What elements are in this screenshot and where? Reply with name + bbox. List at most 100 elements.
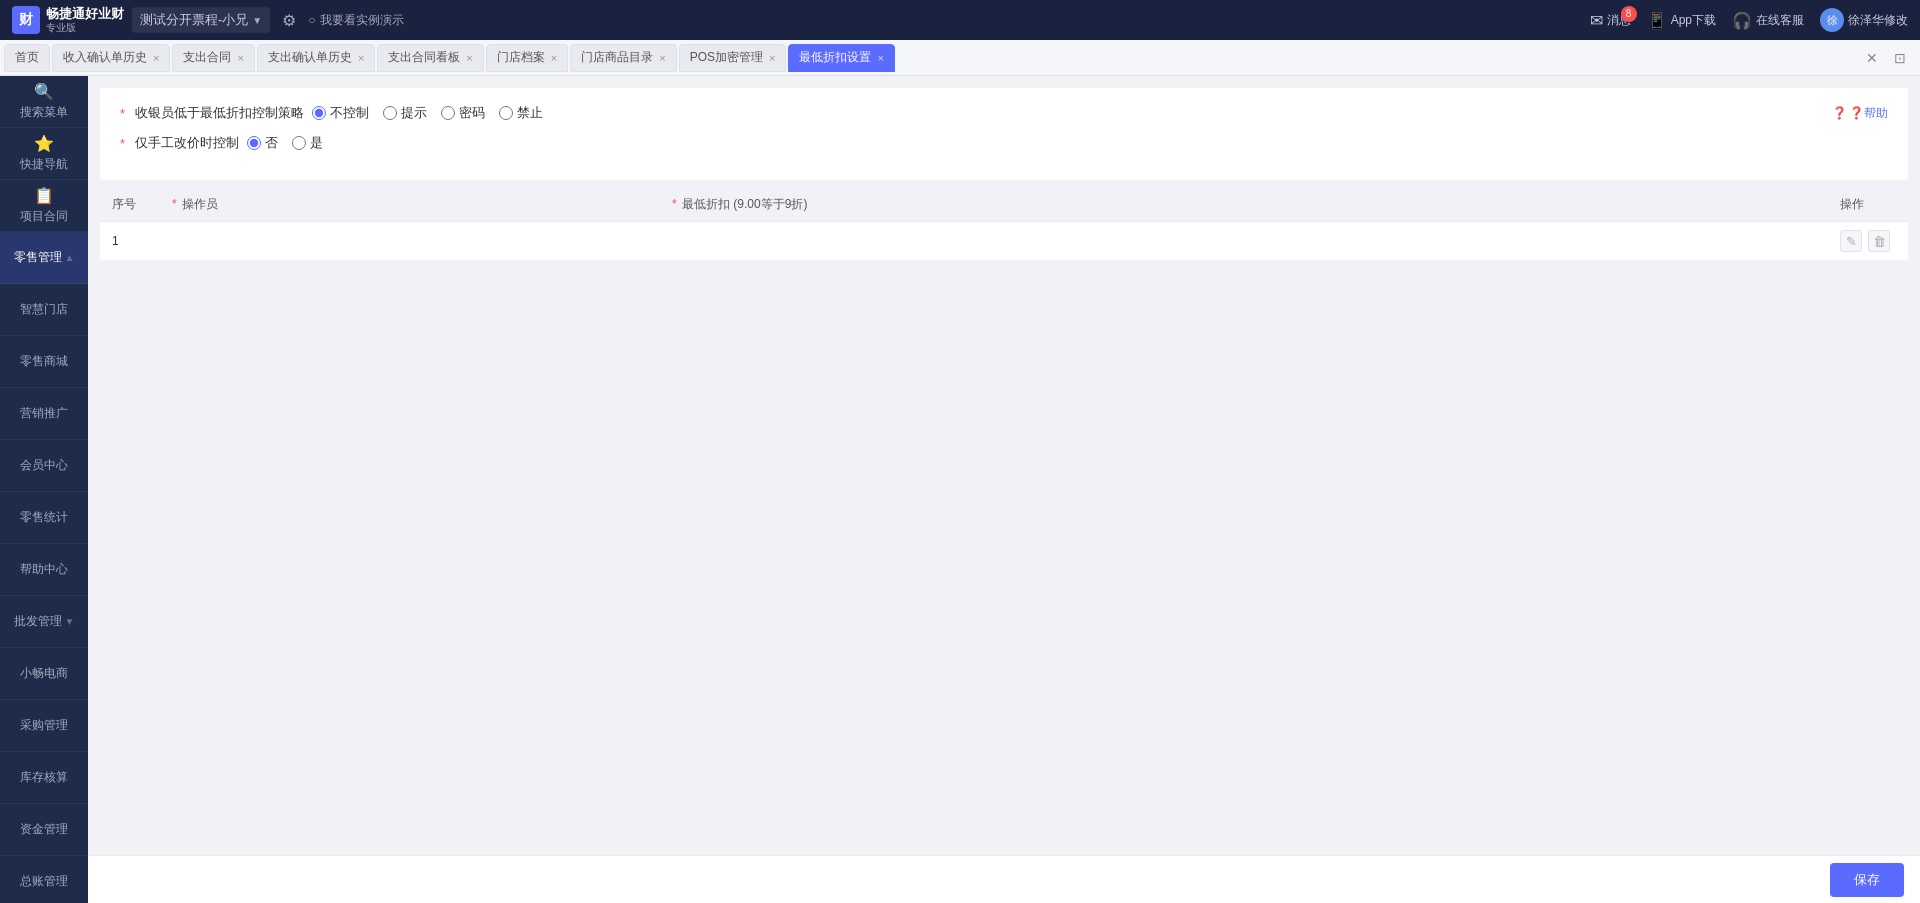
radio-prompt[interactable]: 提示 xyxy=(383,104,427,122)
tab-payment-board[interactable]: 支出合同看板 × xyxy=(377,44,483,72)
radio-no[interactable]: 否 xyxy=(247,134,278,152)
tab-home-label: 首页 xyxy=(15,49,39,66)
edit-button[interactable]: ✎ xyxy=(1840,230,1862,252)
sidebar-item-online-store[interactable]: 零售商城 xyxy=(0,336,88,388)
demo-circle-icon: ○ xyxy=(308,13,315,27)
radio-no-control[interactable]: 不控制 xyxy=(312,104,369,122)
discount-table: 序号 * 操作员 * 最低折扣 (9.00等于9折) 操作 xyxy=(100,188,1908,261)
sidebar-item-batch[interactable]: 批发管理 ▼ xyxy=(0,596,88,648)
tab-store-file-label: 门店档案 xyxy=(497,49,545,66)
table-row: 1 ✎ 🗑 xyxy=(100,222,1908,261)
tab-payment-confirm-close[interactable]: × xyxy=(358,52,364,64)
main-layout: 🔍 搜索菜单 ⭐ 快捷导航 📋 项目合同 零售管理 ▲ 智慧门店 零售商城 营销… xyxy=(0,76,1920,903)
radio-yes-input[interactable] xyxy=(292,136,306,150)
sidebar-item-help[interactable]: 帮助中心 xyxy=(0,544,88,596)
logo-area: 财 畅捷通好业财 专业版 xyxy=(12,6,124,34)
user-info[interactable]: 徐 徐泽华修改 xyxy=(1820,8,1908,32)
sidebar-item-marketing[interactable]: 营销推广 xyxy=(0,388,88,440)
header-settings-button[interactable]: ⚙ xyxy=(278,7,300,34)
support-icon: 🎧 xyxy=(1732,11,1752,30)
tab-store-product-close[interactable]: × xyxy=(659,52,665,64)
sidebar-item-purchase[interactable]: 采购管理 xyxy=(0,700,88,752)
logo-text: 畅捷通好业财 专业版 xyxy=(46,6,124,34)
save-button[interactable]: 保存 xyxy=(1830,863,1904,897)
demo-link-text: 我要看实例演示 xyxy=(320,12,404,29)
sidebar-item-ecommerce[interactable]: 小畅电商 xyxy=(0,648,88,700)
radio-prompt-input[interactable] xyxy=(383,106,397,120)
radio-prompt-label: 提示 xyxy=(401,104,427,122)
tab-min-discount-close[interactable]: × xyxy=(877,52,883,64)
discount-strategy-label: 收银员低于最低折扣控制策略 xyxy=(135,104,304,122)
radio-forbid-input[interactable] xyxy=(499,106,513,120)
th-discount-label: 最低折扣 (9.00等于9折) xyxy=(682,197,807,211)
sidebar-item-project[interactable]: 📋 项目合同 xyxy=(0,180,88,232)
tab-store-file[interactable]: 门店档案 × xyxy=(486,44,568,72)
project-selector[interactable]: 测试分开票程-小兄 ▼ xyxy=(132,7,270,33)
logo-icon: 财 xyxy=(12,6,40,34)
radio-yes-label: 是 xyxy=(310,134,323,152)
sidebar-item-shortcut[interactable]: ⭐ 快捷导航 xyxy=(0,128,88,180)
message-button[interactable]: ✉ 消息 8 xyxy=(1590,11,1631,30)
radio-no-control-input[interactable] xyxy=(312,106,326,120)
search-icon: 🔍 xyxy=(34,82,54,101)
sidebar-marketing-label: 营销推广 xyxy=(20,405,68,422)
radio-yes[interactable]: 是 xyxy=(292,134,323,152)
td-operator xyxy=(160,222,660,261)
sidebar-item-member[interactable]: 会员中心 xyxy=(0,440,88,492)
support-button[interactable]: 🎧 在线客服 xyxy=(1732,11,1804,30)
message-badge: 8 xyxy=(1621,6,1637,22)
tab-store-product[interactable]: 门店商品目录 × xyxy=(570,44,676,72)
help-link[interactable]: ❓ ❓帮助 xyxy=(1832,105,1888,122)
sidebar-item-search[interactable]: 🔍 搜索菜单 xyxy=(0,76,88,128)
edit-icon: ✎ xyxy=(1846,234,1857,249)
sidebar-inventory-label: 库存核算 xyxy=(20,769,68,786)
help-icon: ❓ xyxy=(1832,106,1847,120)
tab-bar: 首页 收入确认单历史 × 支出合同 × 支出确认单历史 × 支出合同看板 × 门… xyxy=(0,40,1920,76)
tab-min-discount[interactable]: 最低折扣设置 × xyxy=(788,44,894,72)
radio-password-label: 密码 xyxy=(459,104,485,122)
footer-bar: 保存 xyxy=(88,855,1920,903)
content-area: * 收银员低于最低折扣控制策略 不控制 提示 密码 xyxy=(88,76,1920,903)
project-name: 测试分开票程-小兄 xyxy=(140,11,248,29)
th-discount-star: * xyxy=(672,197,677,211)
tab-income-confirm[interactable]: 收入确认单历史 × xyxy=(52,44,170,72)
tab-payment-contract-label: 支出合同 xyxy=(183,49,231,66)
tab-close-current-button[interactable]: ✕ xyxy=(1860,48,1884,68)
tab-payment-contract[interactable]: 支出合同 × xyxy=(172,44,254,72)
tab-income-confirm-close[interactable]: × xyxy=(153,52,159,64)
tab-pos-encrypt-close[interactable]: × xyxy=(769,52,775,64)
sidebar-item-inventory[interactable]: 库存核算 xyxy=(0,752,88,804)
tab-payment-confirm-label: 支出确认单历史 xyxy=(268,49,352,66)
sidebar-retail-label: 零售管理 xyxy=(14,249,62,266)
sidebar-item-smart-store[interactable]: 智慧门店 xyxy=(0,284,88,336)
tab-pos-encrypt[interactable]: POS加密管理 × xyxy=(679,44,787,72)
tab-more-button[interactable]: ⊡ xyxy=(1888,48,1912,68)
sidebar-item-retail[interactable]: 零售管理 ▲ xyxy=(0,232,88,284)
sidebar-retail-stats-label: 零售统计 xyxy=(20,509,68,526)
tab-home[interactable]: 首页 xyxy=(4,44,50,72)
radio-forbid[interactable]: 禁止 xyxy=(499,104,543,122)
support-label: 在线客服 xyxy=(1756,12,1804,29)
tab-store-file-close[interactable]: × xyxy=(551,52,557,64)
batch-arrow-icon: ▼ xyxy=(65,616,75,627)
tab-min-discount-label: 最低折扣设置 xyxy=(799,49,871,66)
sidebar-item-retail-stats[interactable]: 零售统计 xyxy=(0,492,88,544)
manual-required-star: * xyxy=(120,136,125,151)
manual-control-row: * 仅手工改价时控制 否 是 xyxy=(120,134,1888,152)
sidebar-item-ledger[interactable]: 总账管理 xyxy=(0,856,88,903)
delete-icon: 🗑 xyxy=(1873,234,1886,249)
sidebar-item-finance[interactable]: 资金管理 xyxy=(0,804,88,856)
tab-payment-confirm[interactable]: 支出确认单历史 × xyxy=(257,44,375,72)
sidebar: 🔍 搜索菜单 ⭐ 快捷导航 📋 项目合同 零售管理 ▲ 智慧门店 零售商城 营销… xyxy=(0,76,88,903)
delete-button[interactable]: 🗑 xyxy=(1868,230,1890,252)
tab-payment-contract-close[interactable]: × xyxy=(237,52,243,64)
tab-payment-board-close[interactable]: × xyxy=(466,52,472,64)
radio-password-input[interactable] xyxy=(441,106,455,120)
radio-no-input[interactable] xyxy=(247,136,261,150)
radio-password[interactable]: 密码 xyxy=(441,104,485,122)
header-right: ✉ 消息 8 📱 App下载 🎧 在线客服 徐 徐泽华修改 xyxy=(1590,8,1908,32)
sidebar-online-store-label: 零售商城 xyxy=(20,353,68,370)
retail-arrow-icon: ▲ xyxy=(65,252,75,263)
demo-link[interactable]: ○ 我要看实例演示 xyxy=(308,12,403,29)
app-download-button[interactable]: 📱 App下载 xyxy=(1647,11,1716,30)
